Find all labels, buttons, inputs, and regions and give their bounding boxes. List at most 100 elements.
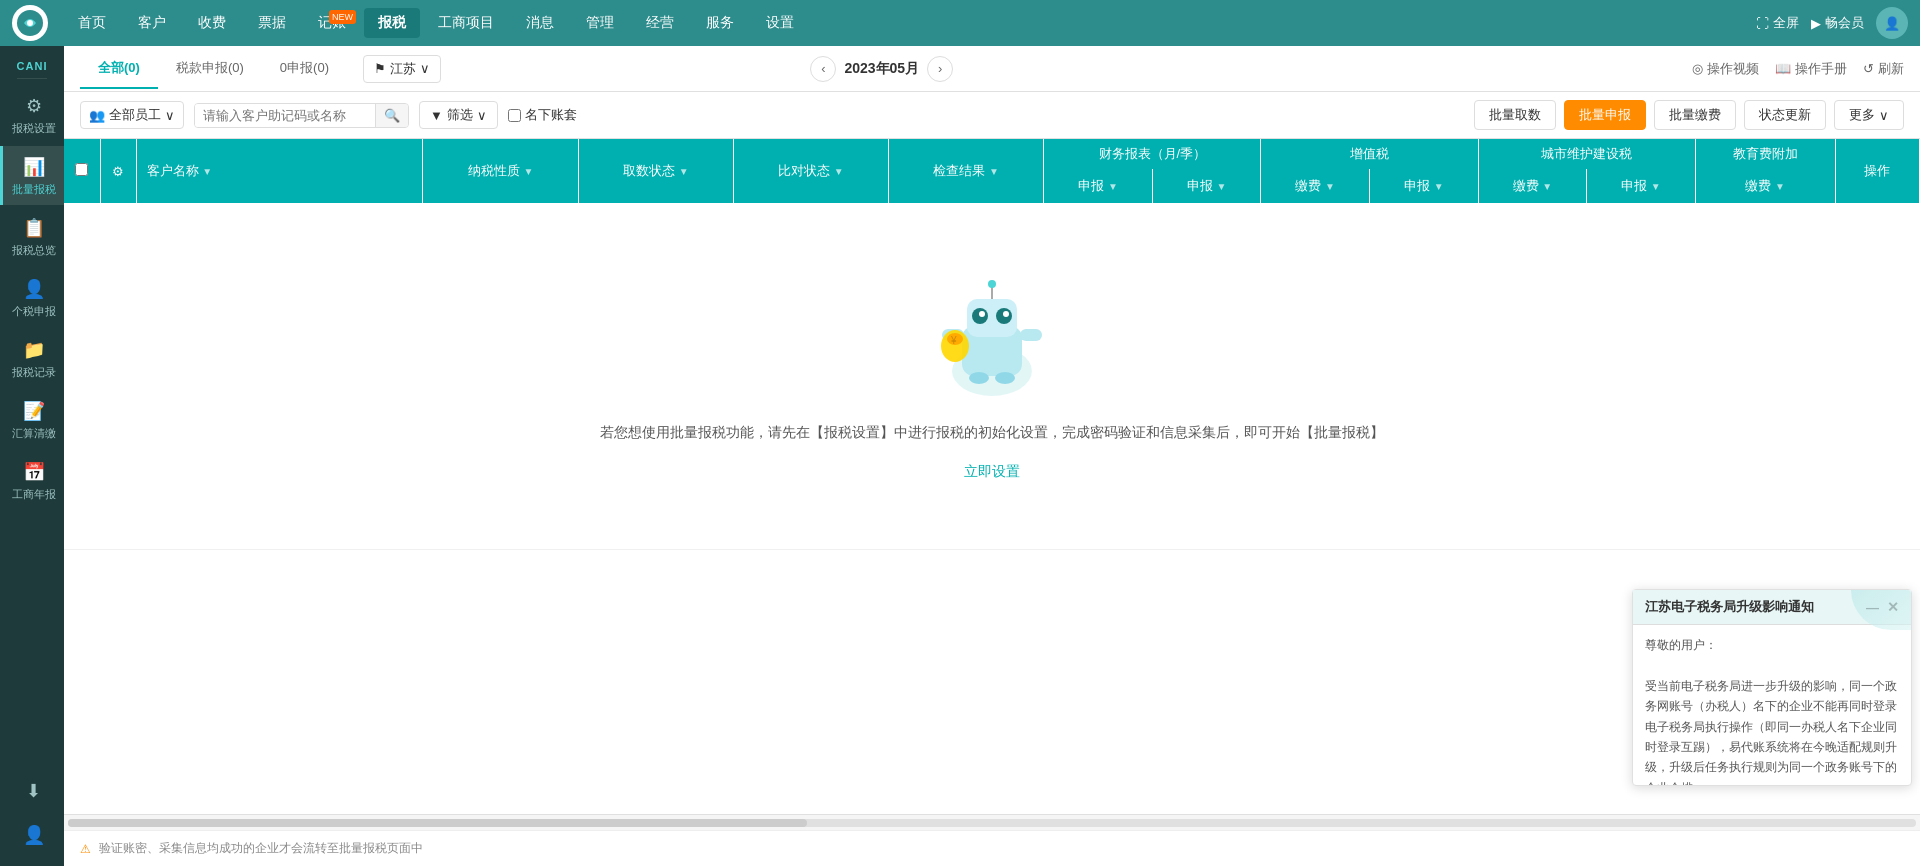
nav-service[interactable]: 服务 [692, 8, 748, 38]
sidebar: CANI ⚙ 报税设置 📊 批量报税 📋 报税总览 👤 个税申报 📁 报税记录 … [0, 46, 64, 866]
svg-point-17 [995, 372, 1015, 384]
sidebar-label-settlement: 汇算清缴 [12, 426, 56, 441]
th-financial-declare: 申报 ▼ [1044, 169, 1153, 203]
sub-account-checkbox[interactable] [508, 109, 521, 122]
scroll-thumb[interactable] [68, 819, 807, 827]
notif-title: 江苏电子税务局升级影响通知 [1645, 598, 1814, 616]
tab-all[interactable]: 全部(0) [80, 49, 158, 89]
data-table: ⚙ 客户名称 ▼ 纳税性质 ▼ 取数状态 ▼ 比对状态 ▼ [64, 139, 1920, 550]
tax-overview-icon: 📋 [23, 217, 45, 239]
nav-operations[interactable]: 经营 [632, 8, 688, 38]
th-city-pay: 缴费 ▼ [1478, 169, 1587, 203]
sidebar-label-tax-overview: 报税总览 [12, 243, 56, 258]
sidebar-item-batch-tax[interactable]: 📊 批量报税 [0, 146, 64, 205]
sidebar-bottom: ⬇ 👤 [0, 770, 64, 866]
th-edu-declare: 申报 ▼ [1587, 169, 1696, 203]
region-selector[interactable]: ⚑ 江苏 ∨ [363, 55, 441, 83]
horizontal-scrollbar[interactable] [64, 814, 1920, 830]
nav-tax[interactable]: 报税 [364, 8, 420, 38]
employee-label: 全部员工 [109, 106, 161, 124]
warning-text: 验证账密、采集信息均成功的企业才会流转至批量报税页面中 [99, 840, 423, 857]
empty-state-cell: ¥ 若您想使用批量报税功能，请先在【报税设置】中进行报税的初始化设置，完成密码验… [64, 203, 1920, 550]
th-vat-pay: 缴费 ▼ [1261, 169, 1370, 203]
nav-message[interactable]: 消息 [512, 8, 568, 38]
sidebar-item-tax-record[interactable]: 📁 报税记录 [0, 329, 64, 388]
download-icon: ⬇ [26, 780, 41, 802]
nav-home[interactable]: 首页 [64, 8, 120, 38]
nav-business[interactable]: 工商项目 [424, 8, 508, 38]
member-button[interactable]: ▶ 畅会员 [1811, 14, 1864, 32]
next-period-button[interactable]: › [927, 56, 953, 82]
select-all-checkbox[interactable] [75, 163, 88, 176]
scroll-track [68, 819, 1916, 827]
svg-point-1 [27, 20, 33, 26]
tab-zero-declare[interactable]: 0申报(0) [262, 49, 347, 89]
toolbar: 👥 全部员工 ∨ 🔍 ▼ 筛选 ∨ 名下账套 批量取数 批量申报 批量缴费 [64, 92, 1920, 139]
sidebar-label-tax-settings: 报税设置 [12, 121, 56, 136]
fullscreen-button[interactable]: ⛶ 全屏 [1756, 14, 1799, 32]
th-financial-report: 财务报表（月/季） [1044, 139, 1261, 169]
region-text: 江苏 [390, 60, 416, 78]
svg-rect-12 [1020, 329, 1042, 341]
nav-customer[interactable]: 客户 [124, 8, 180, 38]
refresh-action[interactable]: ↺ 刷新 [1863, 60, 1904, 78]
tabs-period-bar: 全部(0) 税款申报(0) 0申报(0) ⚑ 江苏 ∨ ‹ [64, 46, 1920, 92]
setup-link[interactable]: 立即设置 [964, 463, 1020, 481]
empty-description: 若您想使用批量报税功能，请先在【报税设置】中进行报税的初始化设置，完成密码验证和… [600, 421, 1384, 443]
batch-fetch-button[interactable]: 批量取数 [1474, 100, 1556, 130]
region-icon: ⚑ [374, 61, 386, 76]
nav-billing[interactable]: 收费 [184, 8, 240, 38]
employee-select[interactable]: 👥 全部员工 ∨ [80, 101, 184, 129]
nav-management[interactable]: 管理 [572, 8, 628, 38]
th-education-surcharge: 教育费附加 [1695, 139, 1835, 169]
nav-items: 首页 客户 收费 票据 记账 NEW 报税 工商项目 消息 管理 经营 服务 设… [64, 8, 1756, 38]
sidebar-label-batch-tax: 批量报税 [12, 182, 56, 197]
svg-point-10 [988, 280, 996, 288]
sidebar-item-tax-settings[interactable]: ⚙ 报税设置 [0, 85, 64, 144]
nav-settings[interactable]: 设置 [752, 8, 808, 38]
sidebar-item-personal-tax[interactable]: 👤 个税申报 [0, 268, 64, 327]
search-box: 🔍 [194, 103, 409, 128]
sidebar-item-tax-overview[interactable]: 📋 报税总览 [0, 207, 64, 266]
sidebar-item-profile[interactable]: 👤 [0, 814, 64, 854]
search-input[interactable] [195, 104, 375, 127]
member-icon: ▶ [1811, 16, 1821, 31]
refresh-icon: ↺ [1863, 61, 1874, 76]
sidebar-item-settlement[interactable]: 📝 汇算清缴 [0, 390, 64, 449]
notif-text: 尊敬的用户： 受当前电子税务局进一步升级的影响，同一个政务网账号（办税人）名下的… [1645, 635, 1899, 785]
search-button[interactable]: 🔍 [375, 104, 408, 127]
more-button[interactable]: 更多 ∨ [1834, 100, 1904, 130]
user-avatar[interactable]: 👤 [1876, 7, 1908, 39]
video-action[interactable]: ◎ 操作视频 [1692, 60, 1759, 78]
new-badge: NEW [329, 10, 356, 24]
nav-accounting[interactable]: 记账 NEW [304, 8, 360, 38]
tax-record-icon: 📁 [23, 339, 45, 361]
th-vat: 增值税 [1261, 139, 1478, 169]
nav-invoice[interactable]: 票据 [244, 8, 300, 38]
th-checkbox [64, 139, 100, 203]
th-gear: ⚙ [100, 139, 136, 203]
prev-period-button[interactable]: ‹ [810, 56, 836, 82]
svg-point-16 [969, 372, 989, 384]
batch-declare-button[interactable]: 批量申报 [1564, 100, 1646, 130]
tab-tax-declare[interactable]: 税款申报(0) [158, 49, 262, 89]
sidebar-item-download[interactable]: ⬇ [0, 770, 64, 810]
batch-pay-button[interactable]: 批量缴费 [1654, 100, 1736, 130]
status-update-button[interactable]: 状态更新 [1744, 100, 1826, 130]
th-vat-declare: 申报 ▼ [1152, 169, 1261, 203]
sidebar-item-annual-report[interactable]: 📅 工商年报 [0, 451, 64, 510]
filter-button[interactable]: ▼ 筛选 ∨ [419, 101, 498, 129]
employee-chevron: ∨ [165, 108, 175, 123]
fullscreen-icon: ⛶ [1756, 16, 1769, 31]
svg-point-8 [1003, 311, 1009, 317]
empty-state: ¥ 若您想使用批量报税功能，请先在【报税设置】中进行报税的初始化设置，完成密码验… [74, 211, 1910, 541]
period-right-actions: ◎ 操作视频 📖 操作手册 ↺ 刷新 [1692, 60, 1904, 78]
manual-action[interactable]: 📖 操作手册 [1775, 60, 1847, 78]
sub-account-checkbox-label[interactable]: 名下账套 [508, 106, 577, 124]
video-icon: ◎ [1692, 61, 1703, 76]
sidebar-label-personal-tax: 个税申报 [12, 304, 56, 319]
th-name: 客户名称 ▼ [136, 139, 423, 203]
app-logo[interactable] [12, 5, 48, 41]
sub-account-label: 名下账套 [525, 106, 577, 124]
filter-chevron: ∨ [477, 108, 487, 123]
